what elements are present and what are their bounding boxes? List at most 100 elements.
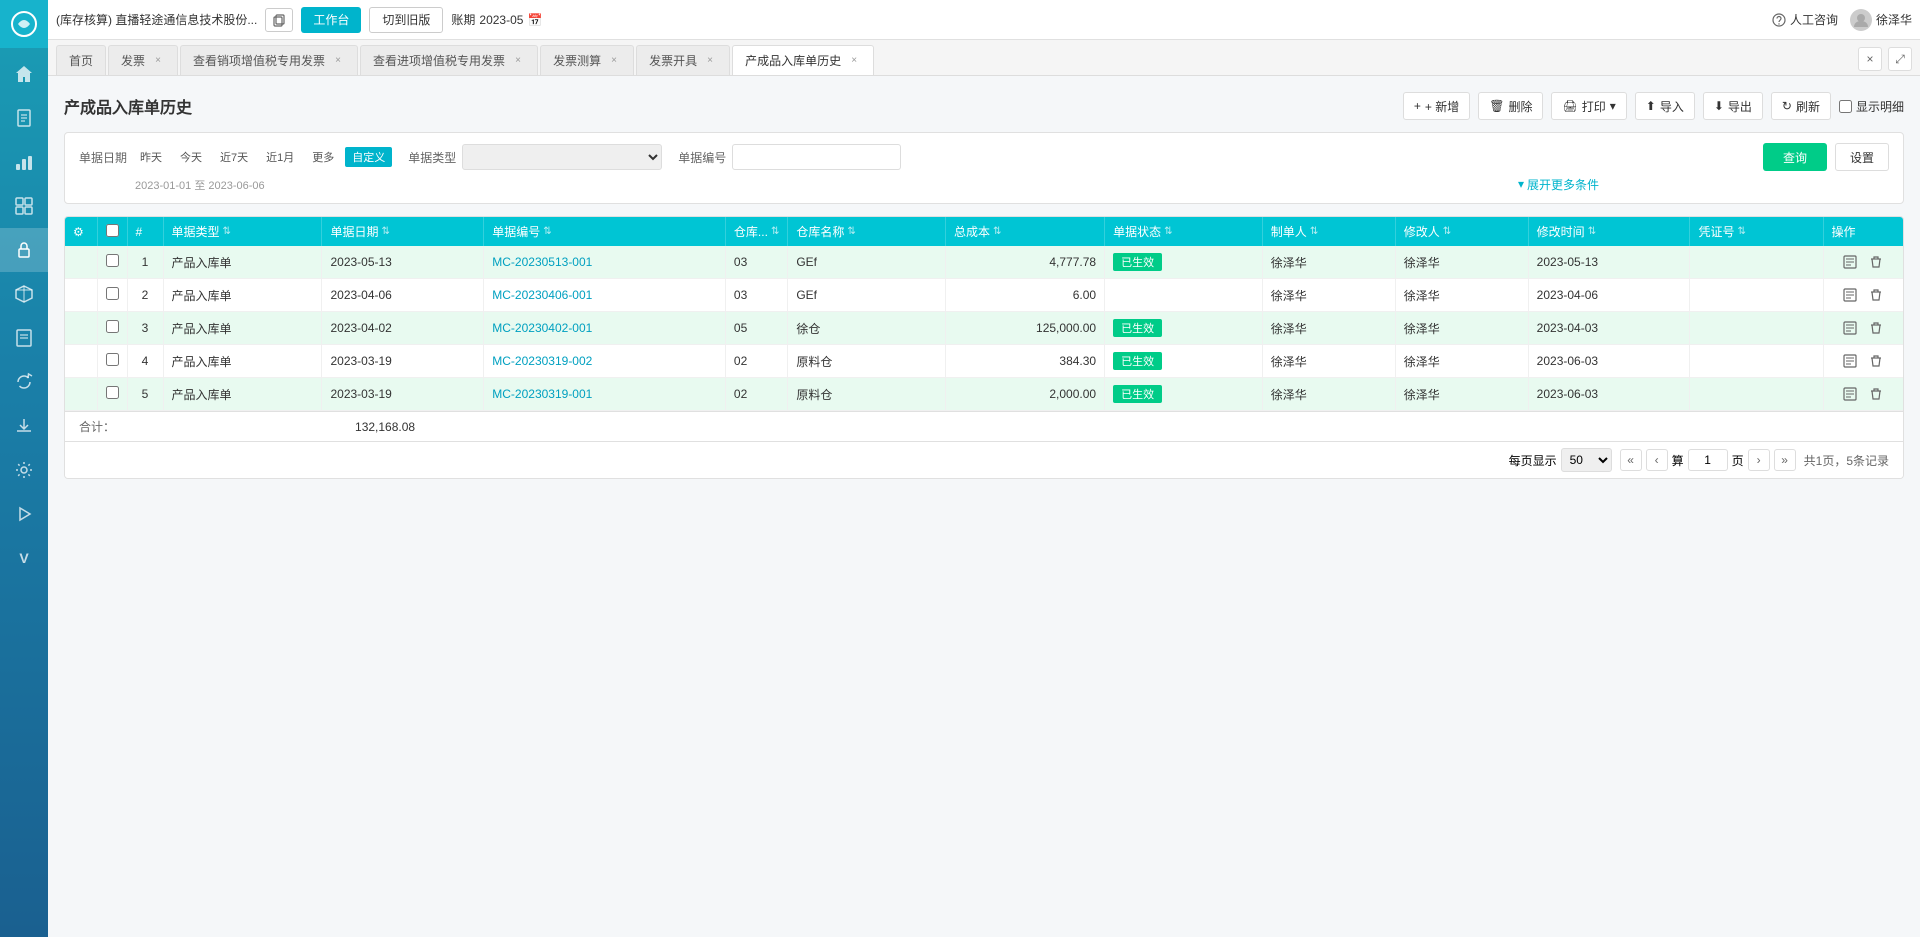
td-checkbox[interactable]	[97, 378, 127, 411]
th-modifier[interactable]: 修改人⇅	[1395, 217, 1528, 246]
worktable-button[interactable]: 工作台	[301, 7, 361, 33]
sidebar-item-doc[interactable]	[0, 96, 48, 140]
show-detail-input[interactable]	[1839, 100, 1852, 113]
row-checkbox[interactable]	[106, 254, 119, 267]
tab-maximize[interactable]: ⤢	[1888, 47, 1912, 71]
row-delete-btn[interactable]	[1866, 384, 1886, 404]
row-edit-btn[interactable]	[1840, 351, 1860, 371]
row-delete-btn[interactable]	[1866, 285, 1886, 305]
tab-invoice-open-close[interactable]: ×	[703, 54, 717, 68]
td-checkbox[interactable]	[97, 279, 127, 312]
th-modify-time[interactable]: 修改时间⇅	[1528, 217, 1690, 246]
th-creator[interactable]: 制单人⇅	[1262, 217, 1395, 246]
tab-invoice-calc-close[interactable]: ×	[607, 54, 621, 68]
row-delete-btn[interactable]	[1866, 318, 1886, 338]
number-link[interactable]: MC-20230513-001	[492, 255, 592, 269]
td-number[interactable]: MC-20230402-001	[484, 312, 726, 345]
sidebar-item-refresh[interactable]	[0, 360, 48, 404]
tab-invoice-calc[interactable]: 发票测算 ×	[540, 45, 634, 75]
tab-invoices-close[interactable]: ×	[151, 54, 165, 68]
row-checkbox[interactable]	[106, 287, 119, 300]
sidebar-item-grid[interactable]	[0, 184, 48, 228]
number-link[interactable]: MC-20230319-002	[492, 354, 592, 368]
th-number[interactable]: 单据编号⇅	[484, 217, 726, 246]
tab-home[interactable]: 首页	[56, 45, 106, 75]
refresh-button[interactable]: ↻ 刷新	[1771, 92, 1831, 120]
sidebar-item-chart[interactable]	[0, 140, 48, 184]
th-date[interactable]: 单据日期⇅	[322, 217, 484, 246]
sidebar-item-box[interactable]	[0, 272, 48, 316]
number-link[interactable]: MC-20230319-001	[492, 387, 592, 401]
show-detail-checkbox[interactable]: 显示明细	[1839, 98, 1904, 115]
th-warehouse-code[interactable]: 仓库...⇅	[725, 217, 787, 246]
td-checkbox[interactable]	[97, 246, 127, 279]
tab-purchase-vat[interactable]: 查看进项增值税专用发票 ×	[360, 45, 538, 75]
th-checkbox[interactable]	[97, 217, 127, 246]
sidebar-item-settings[interactable]	[0, 448, 48, 492]
th-status[interactable]: 单据状态⇅	[1105, 217, 1263, 246]
copy-button[interactable]	[265, 8, 293, 32]
select-all-checkbox[interactable]	[106, 224, 119, 237]
date-quick-7days[interactable]: 近7天	[213, 147, 255, 167]
sidebar-item-download[interactable]	[0, 404, 48, 448]
set-button[interactable]: 设置	[1835, 143, 1889, 171]
support-btn[interactable]: 人工咨询	[1772, 11, 1838, 28]
tab-purchase-vat-close[interactable]: ×	[511, 54, 525, 68]
td-number[interactable]: MC-20230319-001	[484, 378, 726, 411]
row-checkbox[interactable]	[106, 386, 119, 399]
th-total-cost[interactable]: 总成本⇅	[946, 217, 1105, 246]
sidebar-item-home[interactable]	[0, 52, 48, 96]
row-delete-btn[interactable]	[1866, 252, 1886, 272]
td-checkbox[interactable]	[97, 312, 127, 345]
row-edit-btn[interactable]	[1840, 318, 1860, 338]
page-last-btn[interactable]: »	[1774, 449, 1796, 471]
type-filter-select[interactable]	[462, 144, 662, 170]
switch-old-button[interactable]: 切到旧版	[369, 7, 443, 33]
new-button[interactable]: + + 新增	[1403, 92, 1470, 120]
date-quick-yesterday[interactable]: 昨天	[133, 147, 169, 167]
tab-sales-vat[interactable]: 查看销项增值税专用发票 ×	[180, 45, 358, 75]
date-quick-custom[interactable]: 自定义	[345, 147, 392, 167]
row-edit-btn[interactable]	[1840, 384, 1860, 404]
delete-button[interactable]: 🗑 删除	[1478, 92, 1543, 120]
tab-product-storage-close[interactable]: ×	[847, 54, 861, 68]
page-next-btn[interactable]: ›	[1748, 449, 1770, 471]
th-warehouse-name[interactable]: 仓库名称⇅	[788, 217, 946, 246]
export-button[interactable]: ⬇ 导出	[1703, 92, 1763, 120]
row-checkbox[interactable]	[106, 353, 119, 366]
number-filter-input[interactable]	[732, 144, 901, 170]
date-quick-1month[interactable]: 近1月	[259, 147, 301, 167]
sidebar-item-v[interactable]: V	[0, 536, 48, 580]
number-link[interactable]: MC-20230406-001	[492, 288, 592, 302]
tab-sales-vat-close[interactable]: ×	[331, 54, 345, 68]
td-checkbox[interactable]	[97, 345, 127, 378]
expand-more-btn[interactable]: ▾ 展开更多条件	[1518, 176, 1599, 193]
th-type[interactable]: 单据类型⇅	[163, 217, 322, 246]
tab-invoices[interactable]: 发票 ×	[108, 45, 178, 75]
page-first-btn[interactable]: «	[1620, 449, 1642, 471]
td-number[interactable]: MC-20230513-001	[484, 246, 726, 279]
number-link[interactable]: MC-20230402-001	[492, 321, 592, 335]
app-logo[interactable]	[0, 0, 48, 48]
tab-invoice-open[interactable]: 发票开具 ×	[636, 45, 730, 75]
sidebar-item-play[interactable]	[0, 492, 48, 536]
td-number[interactable]: MC-20230319-002	[484, 345, 726, 378]
page-prev-btn[interactable]: ‹	[1646, 449, 1668, 471]
page-input[interactable]	[1688, 449, 1728, 471]
row-delete-btn[interactable]	[1866, 351, 1886, 371]
sidebar-item-lock[interactable]	[0, 228, 48, 272]
import-button[interactable]: ⬆ 导入	[1635, 92, 1695, 120]
calendar-icon[interactable]: 📅	[527, 13, 542, 27]
date-quick-more[interactable]: 更多	[305, 147, 341, 167]
sidebar-item-receipt[interactable]	[0, 316, 48, 360]
date-quick-today[interactable]: 今天	[173, 147, 209, 167]
td-number[interactable]: MC-20230406-001	[484, 279, 726, 312]
th-settings[interactable]: ⚙	[65, 217, 97, 246]
user-menu[interactable]: 徐泽华	[1850, 9, 1912, 31]
row-edit-btn[interactable]	[1840, 252, 1860, 272]
query-button[interactable]: 查询	[1763, 143, 1827, 171]
tab-close-all[interactable]: ×	[1858, 47, 1882, 71]
print-button[interactable]: 🖨 打印 ▾	[1551, 92, 1626, 120]
th-voucher[interactable]: 凭证号⇅	[1690, 217, 1823, 246]
row-checkbox[interactable]	[106, 320, 119, 333]
